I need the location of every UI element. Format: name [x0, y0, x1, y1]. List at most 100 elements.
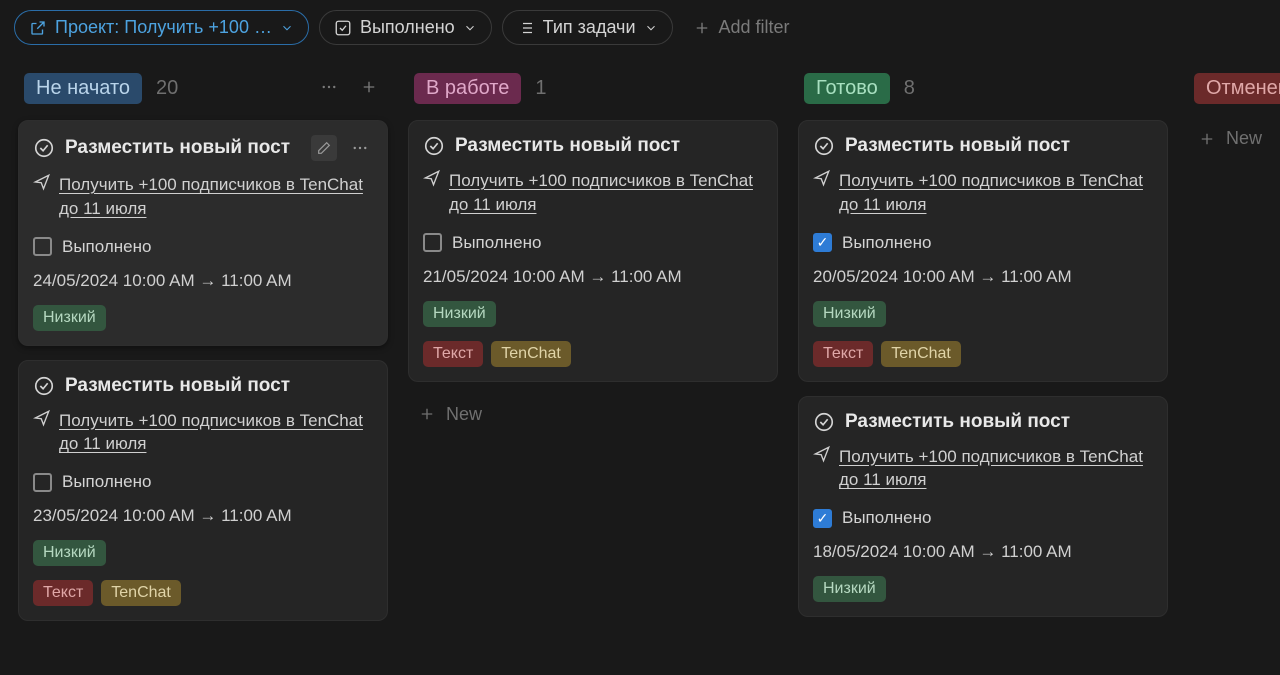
column-cancelled: Отменен New	[1188, 65, 1278, 635]
card-title-row: Разместить новый пост	[33, 135, 373, 161]
card-date: 18/05/2024 10:00 AM → 11:00 AM	[813, 542, 1153, 562]
task-card[interactable]: Разместить новый пост Получить +100 подп…	[408, 120, 778, 382]
card-tag[interactable]: TenChat	[101, 580, 181, 606]
card-priority-row: Низкий	[813, 301, 1153, 327]
card-project[interactable]: Получить +100 подписчиков в TenChat до 1…	[33, 409, 373, 457]
column-status-tag[interactable]: Не начато	[24, 73, 142, 104]
card-done-row[interactable]: ✓ Выполнено	[813, 508, 1153, 528]
column-more-button[interactable]	[316, 76, 342, 102]
priority-tag[interactable]: Низкий	[33, 540, 106, 566]
card-tags-row: Текст TenChat	[813, 341, 1153, 367]
card-project[interactable]: Получить +100 подписчиков в TenChat до 1…	[813, 169, 1153, 217]
checkbox-icon	[334, 19, 352, 37]
task-card[interactable]: Разместить новый пост Получить +100 подп…	[798, 396, 1168, 618]
done-checkbox[interactable]: ✓	[813, 509, 832, 528]
card-tag[interactable]: Текст	[423, 341, 483, 367]
send-icon	[813, 169, 831, 187]
chevron-down-icon	[463, 21, 477, 35]
card-done-row[interactable]: Выполнено	[33, 237, 373, 257]
card-done-row[interactable]: Выполнено	[33, 472, 373, 492]
column-not_started: Не начато 20 Разместить новый пост Получи…	[18, 65, 388, 635]
card-tags-row: Текст TenChat	[423, 341, 763, 367]
priority-tag[interactable]: Низкий	[813, 576, 886, 602]
task-card[interactable]: Разместить новый пост Получить +100 подп…	[18, 360, 388, 622]
card-title: Разместить новый пост	[65, 137, 290, 159]
column-header: Готово 8	[798, 65, 1168, 120]
filter-done-label: Выполнено	[360, 17, 455, 38]
add-filter[interactable]: Add filter	[683, 11, 800, 44]
column-status-tag[interactable]: В работе	[414, 73, 521, 104]
card-tag[interactable]: TenChat	[881, 341, 961, 367]
check-circle-icon	[33, 137, 55, 159]
card-priority-row: Низкий	[423, 301, 763, 327]
check-circle-icon	[813, 411, 835, 433]
project-link[interactable]: Получить +100 подписчиков в TenChat до 1…	[59, 409, 373, 457]
card-date: 20/05/2024 10:00 AM → 11:00 AM	[813, 267, 1153, 287]
done-label: Выполнено	[452, 233, 541, 253]
card-title-row: Разместить новый пост	[33, 375, 373, 397]
column-add-button[interactable]	[356, 76, 382, 102]
card-done-row[interactable]: Выполнено	[423, 233, 763, 253]
project-link[interactable]: Получить +100 подписчиков в TenChat до 1…	[449, 169, 763, 217]
send-icon	[423, 169, 441, 187]
done-checkbox[interactable]	[33, 473, 52, 492]
card-tag[interactable]: Текст	[33, 580, 93, 606]
column-done: Готово 8 Разместить новый пост Получить +…	[798, 65, 1168, 635]
card-title: Разместить новый пост	[845, 135, 1070, 157]
filter-done[interactable]: Выполнено	[319, 10, 492, 45]
project-link[interactable]: Получить +100 подписчиков в TenChat до 1…	[59, 173, 373, 221]
task-card[interactable]: Разместить новый пост Получить +100 подп…	[798, 120, 1168, 382]
done-checkbox[interactable]	[33, 237, 52, 256]
edit-card-button[interactable]	[311, 135, 337, 161]
card-title: Разместить новый пост	[455, 135, 680, 157]
done-label: Выполнено	[62, 472, 151, 492]
chevron-down-icon	[280, 21, 294, 35]
task-card[interactable]: Разместить новый пост Получить +100 подп…	[18, 120, 388, 346]
card-title: Разместить новый пост	[65, 375, 290, 397]
card-priority-row: Низкий	[33, 305, 373, 331]
column-status-tag[interactable]: Отменен	[1194, 73, 1280, 104]
send-icon	[33, 409, 51, 427]
priority-tag[interactable]: Низкий	[423, 301, 496, 327]
done-label: Выполнено	[62, 237, 151, 257]
card-project[interactable]: Получить +100 подписчиков в TenChat до 1…	[33, 173, 373, 221]
column-count: 20	[156, 77, 178, 100]
plus-icon	[693, 19, 711, 37]
list-icon	[517, 19, 535, 37]
filter-project[interactable]: Проект: Получить +100 …	[14, 10, 309, 45]
project-link[interactable]: Получить +100 подписчиков в TenChat до 1…	[839, 445, 1153, 493]
column-header: Не начато 20	[18, 65, 388, 120]
card-title-row: Разместить новый пост	[423, 135, 763, 157]
add-filter-label: Add filter	[719, 17, 790, 38]
done-label: Выполнено	[842, 233, 931, 253]
new-card-label: New	[446, 404, 482, 425]
column-count: 8	[904, 77, 915, 100]
card-title-row: Разместить новый пост	[813, 411, 1153, 433]
priority-tag[interactable]: Низкий	[813, 301, 886, 327]
chevron-down-icon	[644, 21, 658, 35]
done-checkbox[interactable]: ✓	[813, 233, 832, 252]
done-checkbox[interactable]	[423, 233, 442, 252]
new-card-label: New	[1226, 128, 1262, 149]
project-link[interactable]: Получить +100 подписчиков в TenChat до 1…	[839, 169, 1153, 217]
filter-type[interactable]: Тип задачи	[502, 10, 673, 45]
card-more-button[interactable]	[347, 135, 373, 161]
filter-project-label: Проект: Получить +100 …	[55, 17, 272, 38]
column-status-tag[interactable]: Готово	[804, 73, 890, 104]
card-tag[interactable]: Текст	[813, 341, 873, 367]
card-priority-row: Низкий	[813, 576, 1153, 602]
column-header: Отменен	[1188, 65, 1278, 120]
check-circle-icon	[813, 135, 835, 157]
filter-type-label: Тип задачи	[543, 17, 636, 38]
card-date: 24/05/2024 10:00 AM → 11:00 AM	[33, 271, 373, 291]
card-date: 21/05/2024 10:00 AM → 11:00 AM	[423, 267, 763, 287]
card-done-row[interactable]: ✓ Выполнено	[813, 233, 1153, 253]
card-project[interactable]: Получить +100 подписчиков в TenChat до 1…	[813, 445, 1153, 493]
new-card-button[interactable]: New	[1188, 120, 1278, 157]
card-project[interactable]: Получить +100 подписчиков в TenChat до 1…	[423, 169, 763, 217]
card-tag[interactable]: TenChat	[491, 341, 571, 367]
card-date: 23/05/2024 10:00 AM → 11:00 AM	[33, 506, 373, 526]
priority-tag[interactable]: Низкий	[33, 305, 106, 331]
card-title-row: Разместить новый пост	[813, 135, 1153, 157]
new-card-button[interactable]: New	[408, 396, 778, 433]
